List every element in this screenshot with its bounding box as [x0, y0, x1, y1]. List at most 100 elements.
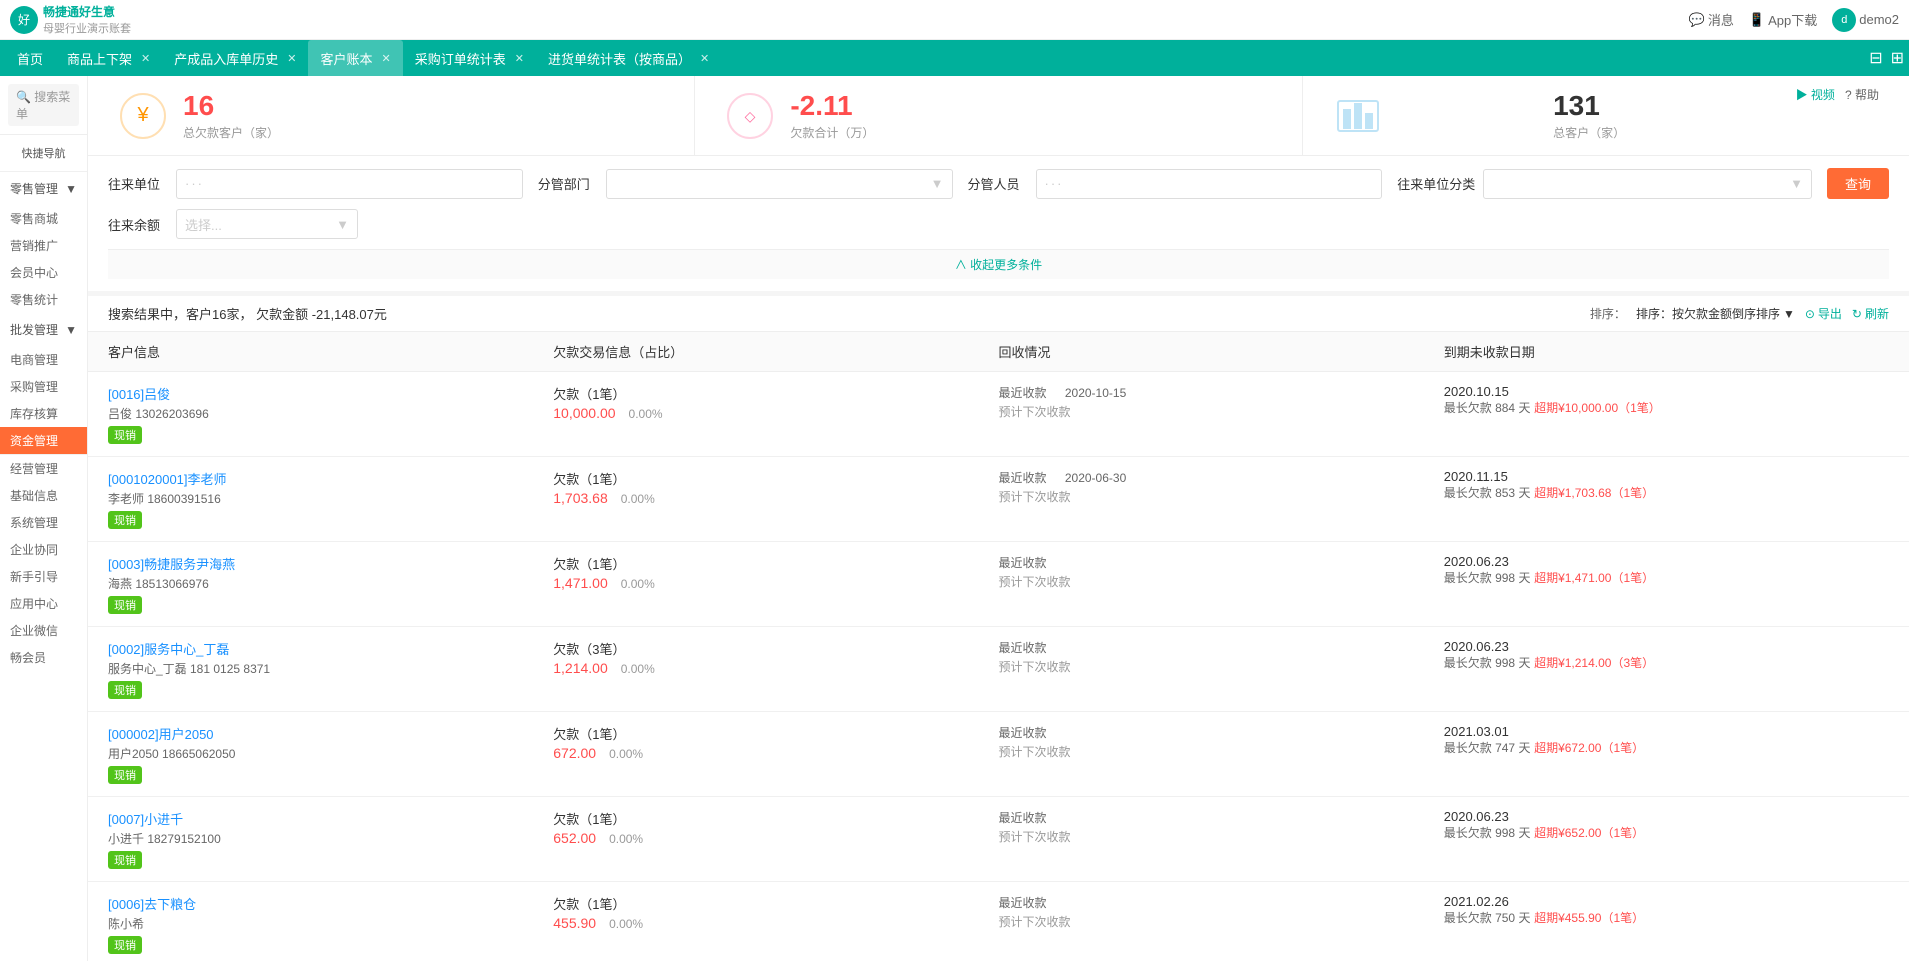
- stat-debt-customers: ¥ 16 总欠款客户（家）: [88, 76, 695, 155]
- sidebar-search[interactable]: 🔍 搜索菜单: [0, 76, 87, 135]
- sort-label: 排序：: [1590, 305, 1626, 322]
- debt-info-6: 欠款（1笔） 455.90 0.00%: [553, 894, 998, 954]
- debt-customers-icon: ¥: [118, 91, 168, 141]
- sidebar-item-members[interactable]: 会员中心: [0, 259, 87, 286]
- nav-tabs-right: ⊟ ⊞: [1869, 48, 1904, 68]
- sidebar-item-ecommerce[interactable]: 电商管理: [0, 346, 87, 373]
- sidebar-item-marketing[interactable]: 营销推广: [0, 232, 87, 259]
- brand-name: 畅捷通好生意 母婴行业演示账套: [43, 3, 131, 36]
- overdue-info-1: 2020.11.15 最长欠款 853 天 超期¥1,703.68（1笔）: [1444, 469, 1889, 529]
- customer-phone-5: 小进千 18279152100: [108, 830, 553, 847]
- message-icon: 💬: [1689, 12, 1705, 28]
- close-icon[interactable]: ✕: [287, 52, 296, 65]
- customer-name-0[interactable]: [0016]吕俊: [108, 384, 553, 403]
- sidebar-item-system[interactable]: 系统管理: [0, 509, 87, 536]
- message-btn[interactable]: 💬 消息: [1689, 10, 1734, 29]
- recovery-info-4: 最近收款 预计下次收款: [999, 724, 1444, 784]
- app-download-btn[interactable]: 📱 App下载: [1749, 10, 1817, 29]
- tab-purchase-stats[interactable]: 采购订单统计表 ✕: [403, 40, 536, 76]
- minimize-icon[interactable]: ⊟: [1869, 48, 1882, 68]
- collapse-bar[interactable]: ∧ 收起更多条件: [108, 249, 1889, 279]
- recovery-info-2: 最近收款 预计下次收款: [999, 554, 1444, 614]
- person-input[interactable]: ···: [1036, 169, 1383, 199]
- sidebar-item-retail-mgmt[interactable]: 零售管理 ▼: [0, 172, 87, 205]
- customer-name-5[interactable]: [0007]小进千: [108, 809, 553, 828]
- video-help-btn[interactable]: ▶ 视频: [1796, 86, 1835, 103]
- unit-category-label: 往来单位分类: [1397, 174, 1475, 193]
- overdue-amount-0[interactable]: 超期¥10,000.00（1笔）: [1534, 401, 1661, 415]
- sidebar-item-purchase[interactable]: 采购管理: [0, 373, 87, 400]
- overdue-amount-5[interactable]: 超期¥652.00（1笔）: [1534, 826, 1644, 840]
- customer-name-4[interactable]: [000002]用户2050: [108, 724, 553, 743]
- customer-info-4: [000002]用户2050 用户2050 18665062050 现销: [108, 724, 553, 784]
- customer-name-2[interactable]: [0003]畅捷服务尹海燕: [108, 554, 553, 573]
- table-row: [0003]畅捷服务尹海燕 海燕 18513066976 现销 欠款（1笔） 1…: [88, 542, 1909, 627]
- search-button[interactable]: 查询: [1827, 168, 1889, 199]
- main-content: ¥ 16 总欠款客户（家） ◇ -2.11 欠款合计（万）: [88, 76, 1909, 961]
- col-due-date: 到期未收款日期: [1444, 342, 1889, 361]
- table-row: [0001020001]李老师 李老师 18600391516 现销 欠款（1笔…: [88, 457, 1909, 542]
- sidebar-item-inventory[interactable]: 库存核算: [0, 400, 87, 427]
- sidebar-item-retail-shop[interactable]: 零售商城: [0, 205, 87, 232]
- overdue-amount-6[interactable]: 超期¥455.90（1笔）: [1534, 911, 1644, 925]
- maximize-icon[interactable]: ⊞: [1891, 48, 1904, 68]
- sidebar-item-new-guide[interactable]: 新手引导: [0, 563, 87, 590]
- stats-bar: ¥ 16 总欠款客户（家） ◇ -2.11 欠款合计（万）: [88, 76, 1909, 156]
- sidebar-item-operations[interactable]: 经营管理: [0, 455, 87, 482]
- tab-production-history[interactable]: 产成品入库单历史 ✕: [162, 40, 308, 76]
- dept-label: 分管部门: [538, 174, 598, 193]
- overdue-amount-3[interactable]: 超期¥1,214.00（3笔）: [1534, 656, 1654, 670]
- chevron-down-icon: ▼: [1783, 307, 1795, 321]
- debt-info-5: 欠款（1笔） 652.00 0.00%: [553, 809, 998, 869]
- refresh-btn[interactable]: ↻ 刷新: [1852, 305, 1889, 322]
- filter-source-unit: 往来单位 ···: [108, 169, 523, 199]
- sidebar-item-wholesale-mgmt[interactable]: 批发管理 ▼: [0, 313, 87, 346]
- export-btn[interactable]: ⊙ 导出: [1805, 305, 1842, 322]
- close-icon[interactable]: ✕: [515, 52, 524, 65]
- user-avatar[interactable]: d demo2: [1832, 8, 1899, 32]
- sidebar-item-finance[interactable]: 资金管理: [0, 427, 87, 455]
- source-unit-input[interactable]: ···: [176, 169, 523, 199]
- filter-row-1: 往来单位 ··· 分管部门 ▼ 分管人员 ···: [108, 168, 1889, 199]
- doc-help-btn[interactable]: ? 帮助: [1845, 86, 1879, 103]
- customer-info-0: [0016]吕俊 吕俊 13026203696 现销: [108, 384, 553, 444]
- tab-home[interactable]: 首页: [5, 40, 55, 76]
- main-layout: 🔍 搜索菜单 快捷导航 零售管理 ▼ 零售商城 营销推广 会员中心 零售统计 批…: [0, 76, 1909, 961]
- customer-name-3[interactable]: [0002]服务中心_丁磊: [108, 639, 553, 658]
- debt-amount-value: -2.11: [790, 90, 874, 122]
- overdue-amount-2[interactable]: 超期¥1,471.00（1笔）: [1534, 571, 1654, 585]
- sidebar-item-retail-stats[interactable]: 零售统计: [0, 286, 87, 313]
- sort-select[interactable]: 排序：按欠款金额倒序排序 ▼: [1636, 305, 1795, 322]
- sidebar-item-quick-nav[interactable]: 快捷导航: [0, 135, 87, 172]
- customer-tag-0: 现销: [108, 426, 142, 444]
- overdue-amount-4[interactable]: 超期¥672.00（1笔）: [1534, 741, 1644, 755]
- stat-total-customers: 131 总客户（家） ▶ 视频 ? 帮助: [1303, 76, 1909, 155]
- tab-purchase-product-stats[interactable]: 进货单统计表（按商品） ✕: [536, 40, 721, 76]
- recovery-info-1: 最近收款 2020-06-30 预计下次收款: [999, 469, 1444, 529]
- dept-select[interactable]: ▼: [606, 169, 953, 199]
- tab-products-on-off[interactable]: 商品上下架 ✕: [55, 40, 162, 76]
- customer-phone-1: 李老师 18600391516: [108, 490, 553, 507]
- debt-info-0: 欠款（1笔） 10,000.00 0.00%: [553, 384, 998, 444]
- balance-select[interactable]: 选择... ▼: [176, 209, 358, 239]
- sidebar-item-enterprise-collab[interactable]: 企业协同: [0, 536, 87, 563]
- tab-customer-ledger[interactable]: 客户账本 ✕: [308, 40, 402, 76]
- chevron-down-icon: ▼: [336, 217, 349, 232]
- top-bar: 好 畅捷通好生意 母婴行业演示账套 💬 消息 📱 App下载 d demo2: [0, 0, 1909, 40]
- unit-category-select[interactable]: ▼: [1483, 169, 1812, 199]
- sidebar-item-chang-member[interactable]: 畅会员: [0, 644, 87, 671]
- close-icon[interactable]: ✕: [700, 52, 709, 65]
- total-customers-value: 131: [1553, 90, 1625, 122]
- sidebar-item-app-center[interactable]: 应用中心: [0, 590, 87, 617]
- table-container: 客户信息 欠款交易信息（占比） 回收情况 到期未收款日期 [0016]吕俊 吕俊…: [88, 332, 1909, 961]
- sidebar-item-basic-info[interactable]: 基础信息: [0, 482, 87, 509]
- overdue-amount-1[interactable]: 超期¥1,703.68（1笔）: [1534, 486, 1654, 500]
- close-icon[interactable]: ✕: [382, 52, 391, 65]
- top-bar-left: 好 畅捷通好生意 母婴行业演示账套: [10, 3, 131, 36]
- search-menu-box[interactable]: 🔍 搜索菜单: [8, 84, 79, 126]
- customer-name-6[interactable]: [0006]去下粮仓: [108, 894, 553, 913]
- col-customer-info: 客户信息: [108, 342, 553, 361]
- customer-name-1[interactable]: [0001020001]李老师: [108, 469, 553, 488]
- close-icon[interactable]: ✕: [141, 52, 150, 65]
- sidebar-item-enterprise-wechat[interactable]: 企业微信: [0, 617, 87, 644]
